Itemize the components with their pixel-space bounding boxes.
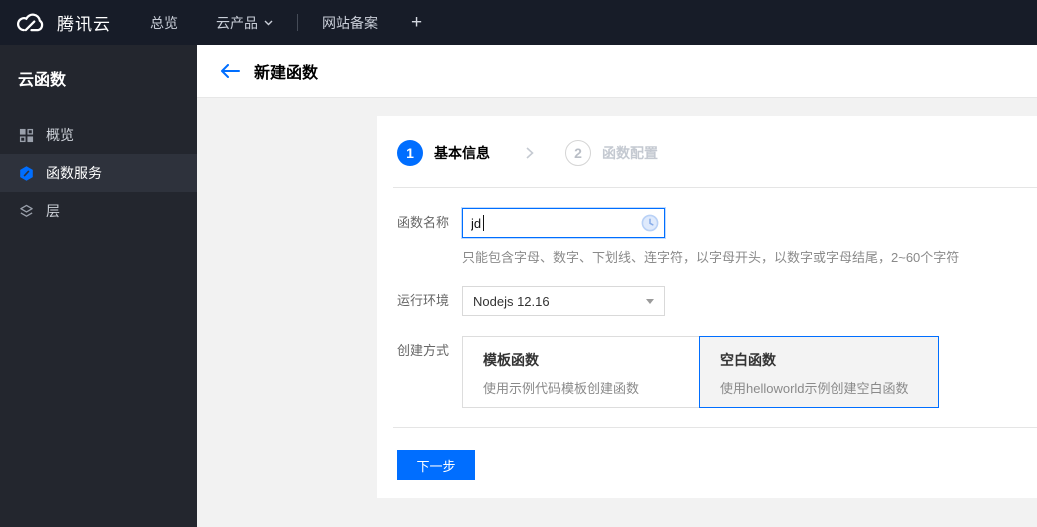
grid-icon [18,127,35,144]
text-cursor [483,215,484,231]
nav-overview-label: 总览 [150,14,178,31]
nav-cloud-products-label: 云产品 [216,14,258,31]
function-name-input[interactable] [462,208,665,238]
create-function-card: 1 基本信息 2 函数配置 函数名称 jd 只能包含字母、数字、下划线、连字符，… [377,116,1037,498]
function-name-field[interactable] [462,208,665,238]
scf-hexagon-icon [18,165,35,182]
runtime-selected-value: Nodejs 12.16 [473,293,550,309]
function-name-hint: 只能包含字母、数字、下划线、连字符，以字母开头，以数字或字母结尾，2~60个字符 [462,250,960,265]
runtime-select[interactable]: Nodejs 12.16 [462,286,665,316]
top-navigation: 总览 云产品 网站备案 + [131,12,436,34]
next-step-button[interactable]: 下一步 [397,450,475,480]
option-title: 空白函数 [720,352,776,368]
nav-divider [297,14,298,31]
dropdown-arrow-icon [646,298,654,304]
nav-cloud-products[interactable]: 云产品 [197,13,292,33]
page-header: 新建函数 [197,45,1037,98]
nav-overview[interactable]: 总览 [131,13,197,33]
sidebar: 云函数 概览 函数服务 层 [0,45,197,527]
step-indicator: 1 基本信息 2 函数配置 [377,116,1037,187]
option-title: 模板函数 [483,352,539,368]
back-button[interactable] [219,60,241,82]
clock-pending-icon [641,214,659,237]
sidebar-item-label: 概览 [46,127,74,143]
option-blank-function[interactable]: 空白函数 使用helloworld示例创建空白函数 [699,336,939,408]
basic-info-form: 函数名称 jd 只能包含字母、数字、下划线、连字符，以字母开头，以数字或字母结尾… [377,188,1037,408]
sidebar-item-function-service[interactable]: 函数服务 [0,154,197,192]
step-function-config: 2 函数配置 [565,140,658,166]
nav-website-record-label: 网站备案 [322,14,378,31]
step-number-badge: 1 [397,140,423,166]
create-method-options: 模板函数 使用示例代码模板创建函数 空白函数 使用helloworld示例创建空… [462,336,939,408]
step-number-badge: 2 [565,140,591,166]
brand-logo[interactable]: 腾讯云 [0,10,111,35]
sidebar-item-layers[interactable]: 层 [0,192,197,230]
step-label: 基本信息 [434,145,490,161]
arrow-left-icon [221,64,240,78]
function-name-row: 函数名称 jd 只能包含字母、数字、下划线、连字符，以字母开头，以数字或字母结尾… [397,208,1037,266]
option-description: 使用示例代码模板创建函数 [483,381,640,396]
chevron-right-icon [524,146,535,160]
runtime-row: 运行环境 Nodejs 12.16 [397,286,1037,316]
layers-icon [18,203,35,220]
sidebar-item-overview[interactable]: 概览 [0,116,197,154]
page-title: 新建函数 [254,65,319,82]
create-method-row: 创建方式 模板函数 使用示例代码模板创建函数 空白函数 使用helloworld… [397,336,1037,408]
step-basic-info: 1 基本信息 [397,140,490,166]
function-name-label: 函数名称 [397,215,450,230]
brand-name: 腾讯云 [57,15,111,34]
sidebar-item-label: 层 [46,203,60,219]
sidebar-title: 云函数 [18,72,67,89]
nav-website-record[interactable]: 网站备案 [303,13,397,33]
topbar: 腾讯云 总览 云产品 网站备案 + [0,0,1037,45]
sidebar-item-label: 函数服务 [46,165,102,181]
add-tab-button[interactable]: + [397,12,436,34]
tencent-cloud-logo-icon [14,11,48,35]
form-footer: 下一步 [377,428,1037,498]
option-template-function[interactable]: 模板函数 使用示例代码模板创建函数 [462,336,700,408]
content-area: 1 基本信息 2 函数配置 函数名称 jd 只能包含字母、数字、下划线、连字符，… [197,98,1037,527]
option-description: 使用helloworld示例创建空白函数 [720,381,909,396]
step-label: 函数配置 [602,145,658,161]
runtime-label: 运行环境 [397,293,450,308]
create-method-label: 创建方式 [397,343,450,358]
chevron-down-icon [264,20,273,25]
